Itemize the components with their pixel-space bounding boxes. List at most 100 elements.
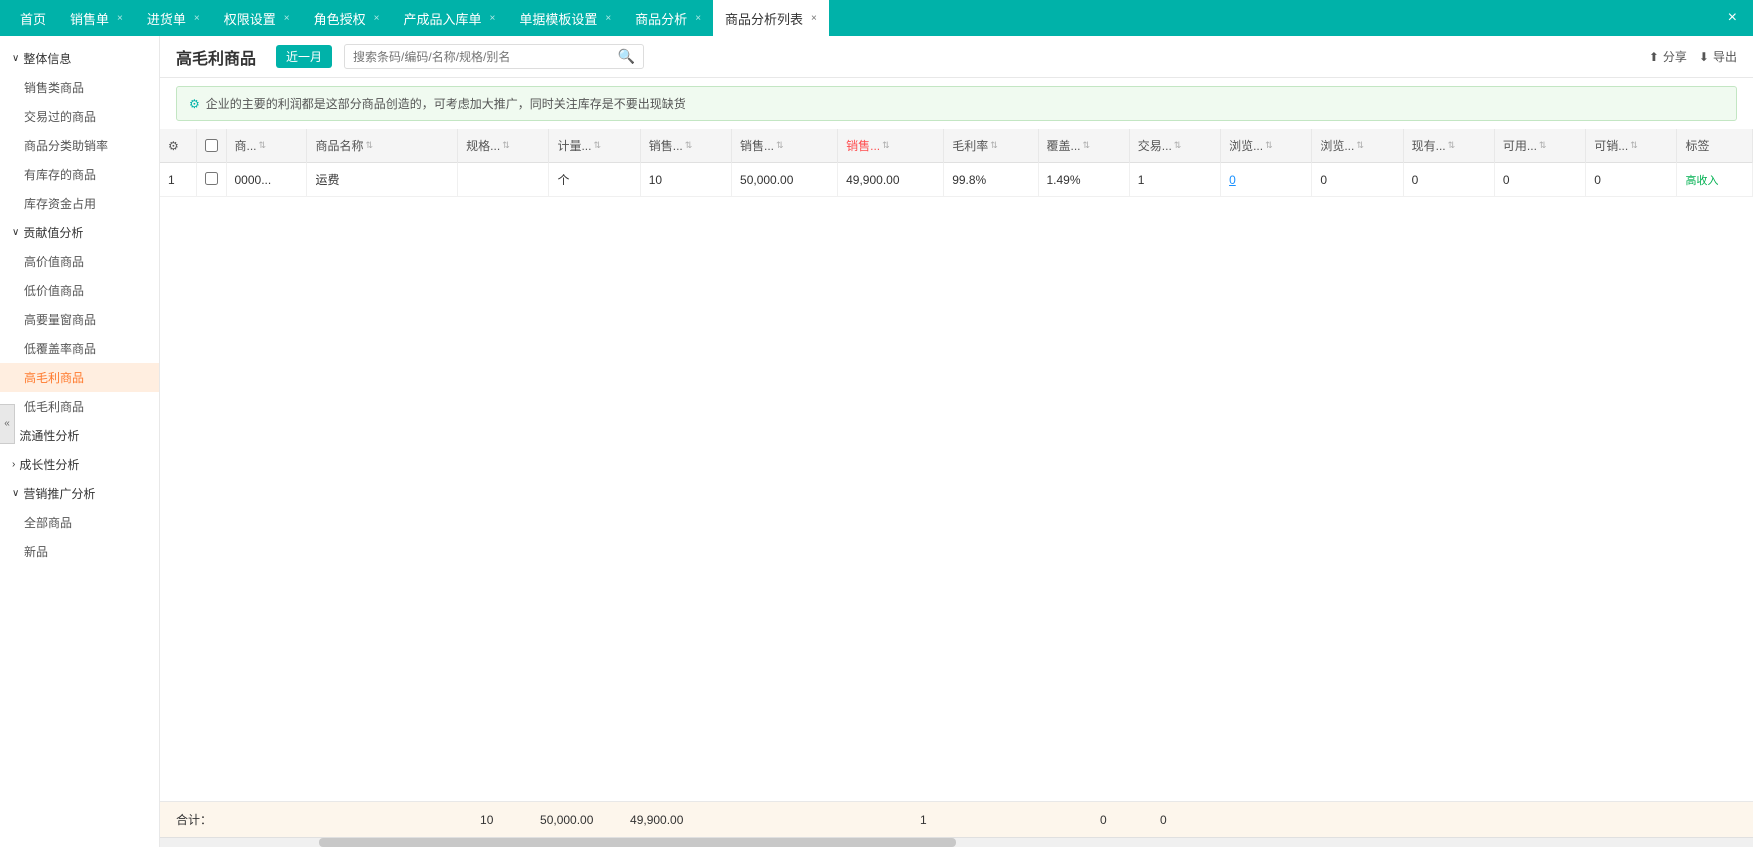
share-button[interactable]: ⬆ 分享 — [1649, 48, 1687, 65]
chevron-right-icon: › — [12, 459, 15, 470]
sort-icon: ⇅ — [259, 140, 267, 151]
nav-role-auth[interactable]: 角色授权 × — [302, 0, 392, 36]
sidebar-item-traded-products[interactable]: 交易过的商品 — [0, 102, 159, 131]
select-all-checkbox[interactable] — [205, 139, 218, 152]
cell-gross-margin: 99.8% — [944, 163, 1038, 197]
search-input[interactable] — [353, 50, 614, 64]
table-container[interactable]: ⚙ 商... ⇅ 商品名称 — [160, 129, 1753, 801]
cell-code: 0000... — [226, 163, 307, 197]
content-header: 高毛利商品 近一月 🔍 ⬆ 分享 ⬇ 导出 — [160, 36, 1753, 78]
export-button[interactable]: ⬇ 导出 — [1699, 48, 1737, 65]
close-icon[interactable]: × — [489, 13, 495, 24]
cell-name: 运费 — [307, 163, 458, 197]
export-icon: ⬇ — [1699, 50, 1709, 64]
window-close-button[interactable]: × — [1720, 9, 1745, 27]
sort-icon: ⇅ — [882, 140, 890, 151]
col-settings[interactable]: ⚙ — [160, 129, 196, 163]
nav-purchase-order[interactable]: 进货单 × — [135, 0, 212, 36]
sidebar-group-contribution[interactable]: ∨ 贡献值分析 — [0, 218, 159, 247]
content-area: 高毛利商品 近一月 🔍 ⬆ 分享 ⬇ 导出 ⚙ 企业的主要的利润都是这部分商品创… — [160, 36, 1753, 847]
cell-sales-qty: 10 — [640, 163, 731, 197]
sort-icon: ⇅ — [502, 140, 510, 151]
sidebar-group-growth[interactable]: › 成长性分析 — [0, 450, 159, 479]
sort-icon: ⇅ — [1448, 140, 1456, 151]
col-browse1[interactable]: 浏览... ⇅ — [1221, 129, 1312, 163]
col-saleable[interactable]: 可销... ⇅ — [1586, 129, 1677, 163]
nav-product-analysis-list[interactable]: 商品分析列表 × — [713, 0, 829, 36]
col-gross-margin[interactable]: 毛利率 ⇅ — [944, 129, 1038, 163]
col-browse2[interactable]: 浏览... ⇅ — [1312, 129, 1403, 163]
col-sales-amount[interactable]: 销售... ⇅ — [732, 129, 838, 163]
sidebar-item-inventory-capital[interactable]: 库存资金占用 — [0, 189, 159, 218]
chevron-down-icon: ∨ — [12, 488, 19, 499]
chevron-down-icon: ∨ — [12, 53, 19, 64]
col-unit[interactable]: 计量... ⇅ — [549, 129, 640, 163]
nav-product-inbound[interactable]: 产成品入库单 × — [391, 0, 507, 36]
col-available[interactable]: 可用... ⇅ — [1494, 129, 1585, 163]
bottom-scrollbar[interactable] — [160, 837, 1753, 847]
footer-available: 0 — [1152, 813, 1212, 827]
sidebar-item-in-stock[interactable]: 有库存的商品 — [0, 160, 159, 189]
row-checkbox[interactable] — [205, 172, 218, 185]
nav-sales-order[interactable]: 销售单 × — [58, 0, 135, 36]
close-icon[interactable]: × — [117, 13, 123, 24]
col-name[interactable]: 商品名称 ⇅ — [307, 129, 458, 163]
search-icon[interactable]: 🔍 — [618, 48, 635, 65]
main-layout: « ∨ 整体信息 销售类商品 交易过的商品 商品分类助销率 有库存的商品 库存资… — [0, 36, 1753, 847]
sidebar-item-category-rate[interactable]: 商品分类助销率 — [0, 131, 159, 160]
sort-icon: ⇅ — [365, 140, 373, 151]
nav-product-analysis[interactable]: 商品分析 × — [623, 0, 713, 36]
sidebar-item-new-products[interactable]: 新品 — [0, 537, 159, 566]
header-actions: ⬆ 分享 ⬇ 导出 — [1649, 48, 1737, 65]
col-transaction[interactable]: 交易... ⇅ — [1129, 129, 1220, 163]
cell-current-stock: 0 — [1403, 163, 1494, 197]
cell-tag: 高收入 — [1677, 163, 1753, 197]
cell-coverage: 1.49% — [1038, 163, 1129, 197]
scrollbar-thumb[interactable] — [319, 838, 956, 847]
col-checkbox[interactable] — [196, 129, 226, 163]
sidebar-collapse-button[interactable]: « — [0, 404, 15, 444]
footer-browse1 — [972, 813, 1032, 827]
col-current-stock[interactable]: 现有... ⇅ — [1403, 129, 1494, 163]
sidebar-group-liquidity[interactable]: › 流通性分析 — [0, 421, 159, 450]
footer-current-stock: 0 — [1092, 813, 1152, 827]
close-icon[interactable]: × — [374, 13, 380, 24]
recent-month-button[interactable]: 近一月 — [276, 45, 332, 68]
col-tag[interactable]: 标签 — [1677, 129, 1753, 163]
col-coverage[interactable]: 覆盖... ⇅ — [1038, 129, 1129, 163]
info-bar: ⚙ 企业的主要的利润都是这部分商品创造的，可考虑加大推广，同时关注库存是不要出现… — [176, 86, 1737, 121]
footer-spacer2 — [712, 813, 912, 827]
nav-home[interactable]: 首页 — [8, 0, 58, 36]
sort-icon: ⇅ — [593, 140, 601, 151]
nav-permission-settings[interactable]: 权限设置 × — [212, 0, 302, 36]
sort-icon: ⇅ — [1539, 140, 1547, 151]
footer-sales-qty: 10 — [472, 813, 532, 827]
col-spec[interactable]: 规格... ⇅ — [458, 129, 549, 163]
close-icon[interactable]: × — [811, 13, 817, 24]
sidebar-item-sales-products[interactable]: 销售类商品 — [0, 73, 159, 102]
col-code[interactable]: 商... ⇅ — [226, 129, 307, 163]
close-icon[interactable]: × — [605, 13, 611, 24]
close-icon[interactable]: × — [194, 13, 200, 24]
sidebar-item-high-coverage[interactable]: 高要量窗商品 — [0, 305, 159, 334]
sidebar-item-high-value[interactable]: 高价值商品 — [0, 247, 159, 276]
sidebar-item-low-coverage[interactable]: 低覆盖率商品 — [0, 334, 159, 363]
sidebar-group-marketing[interactable]: ∨ 营销推广分析 — [0, 479, 159, 508]
sidebar-item-all-products[interactable]: 全部商品 — [0, 508, 159, 537]
sort-icon: ⇅ — [990, 140, 998, 151]
cell-transaction: 1 — [1129, 163, 1220, 197]
sort-icon: ⇅ — [685, 140, 693, 151]
close-icon[interactable]: × — [695, 13, 701, 24]
cell-checkbox[interactable] — [196, 163, 226, 197]
sidebar-item-high-margin[interactable]: 高毛利商品 — [0, 363, 159, 392]
col-sales-qty[interactable]: 销售... ⇅ — [640, 129, 731, 163]
sidebar-group-overview[interactable]: ∨ 整体信息 — [0, 44, 159, 73]
nav-template-settings[interactable]: 单据模板设置 × — [507, 0, 623, 36]
sort-icon: ⇅ — [1356, 140, 1364, 151]
sidebar-item-low-value[interactable]: 低价值商品 — [0, 276, 159, 305]
col-sales-cost[interactable]: 销售... ⇅ — [838, 129, 944, 163]
cell-browse1[interactable]: 0 — [1221, 163, 1312, 197]
sidebar: « ∨ 整体信息 销售类商品 交易过的商品 商品分类助销率 有库存的商品 库存资… — [0, 36, 160, 847]
sidebar-item-low-margin[interactable]: 低毛利商品 — [0, 392, 159, 421]
close-icon[interactable]: × — [284, 13, 290, 24]
